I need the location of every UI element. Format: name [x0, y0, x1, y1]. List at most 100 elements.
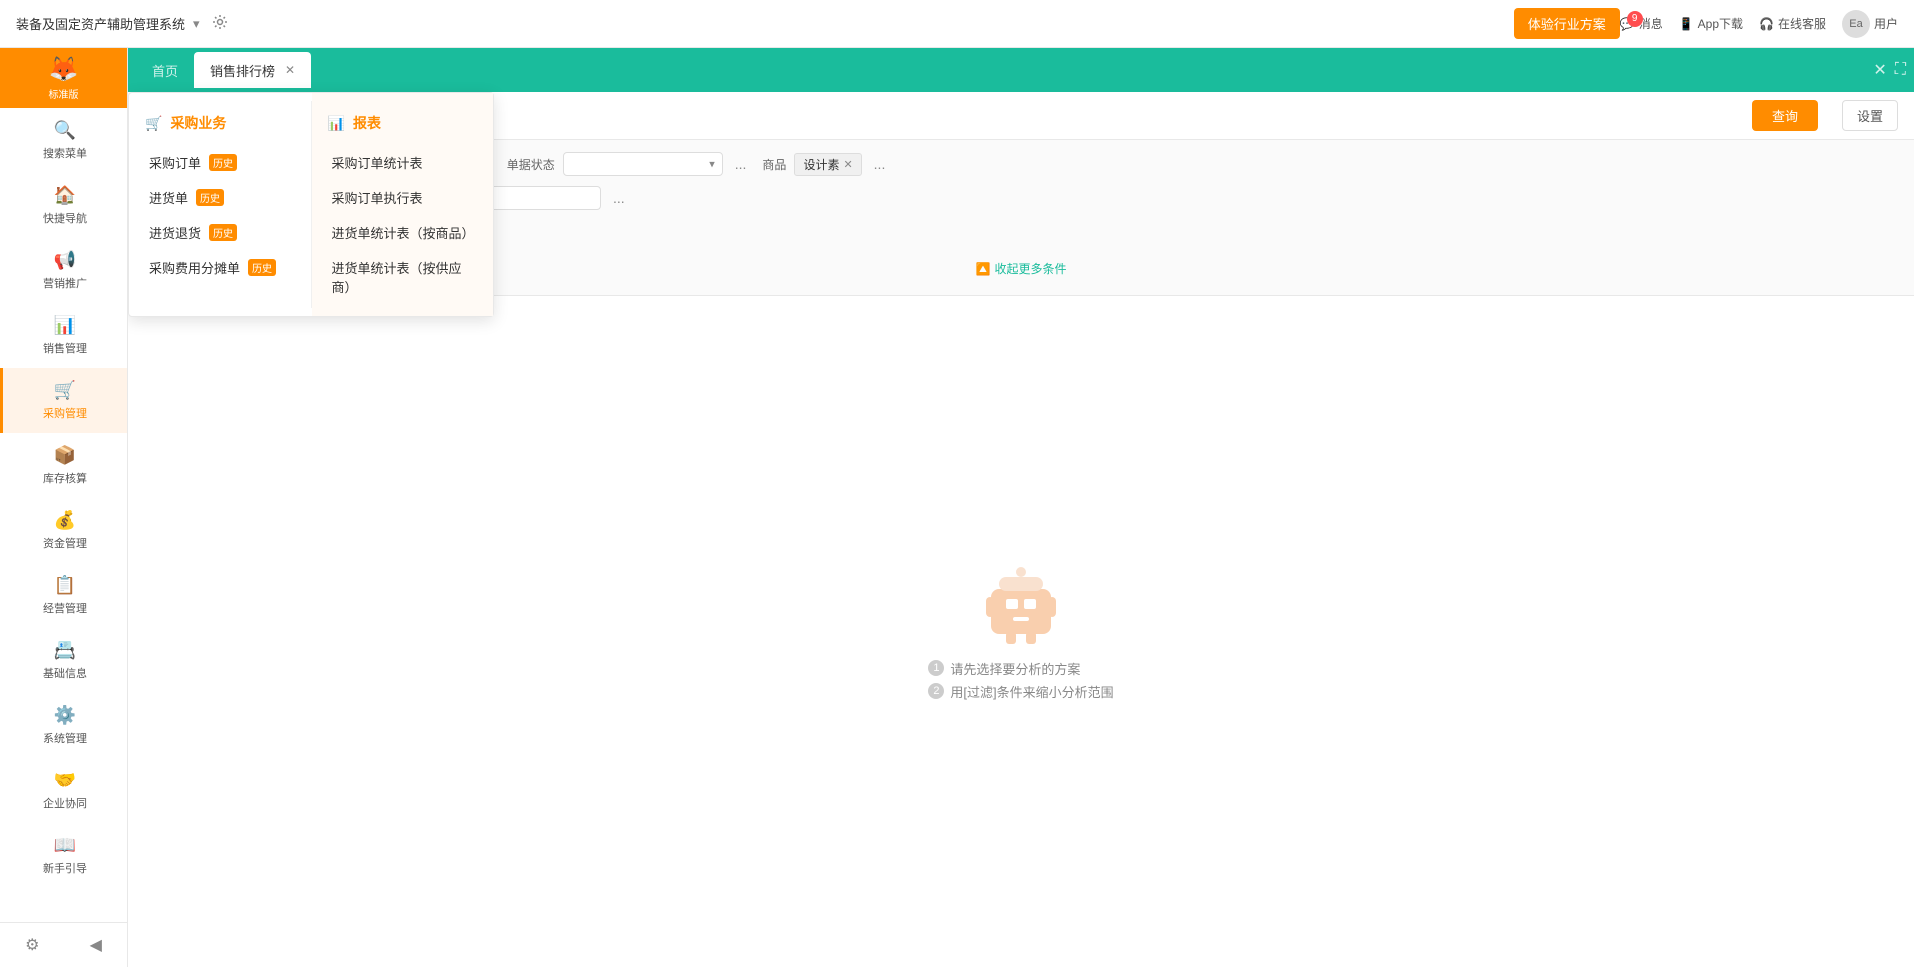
order-exec-label: 采购订单执行表 [332, 188, 423, 207]
empty-state: 1 请先选择要分析的方案 2 用[过滤]条件来缩小分析范围 [128, 296, 1914, 967]
sales-icon: 📊 [54, 315, 76, 336]
sidebar-item-purchase-mgmt[interactable]: 🛒 采购管理 [0, 368, 127, 433]
sidebar-item-system-mgmt[interactable]: ⚙️ 系统管理 [0, 693, 127, 758]
goods-dots[interactable]: ... [874, 156, 886, 172]
avatar: Ea [1842, 10, 1870, 38]
user-label: 用户 [1874, 15, 1898, 32]
status-dots[interactable]: ... [735, 156, 747, 172]
dropdown-right-col: 📊 报表 采购订单统计表 采购订单执行表 进货单统计表（按商品） [312, 93, 494, 316]
purchase-order-label: 采购订单 [149, 153, 201, 172]
sidebar-label-guide: 新手引导 [43, 860, 87, 876]
top-bar-left: 装备及固定资产辅助管理系统 ▾ [16, 14, 1514, 33]
query-btn[interactable]: 查询 [1752, 100, 1818, 131]
sidebar-label-operations: 经营管理 [43, 600, 87, 616]
empty-text: 1 请先选择要分析的方案 2 用[过滤]条件来缩小分析范围 [928, 655, 1113, 705]
dropdown-item-stock-return[interactable]: 进货退货 历史 [129, 215, 311, 250]
dropdown-item-stock-stats-supplier[interactable]: 进货单统计表（按供应商） [312, 250, 494, 304]
sidebar-label-sales-mgmt: 销售管理 [43, 340, 87, 356]
sidebar-item-basic-info[interactable]: 📇 基础信息 [0, 628, 127, 693]
goods-tag: 设计素 ✕ [794, 153, 861, 176]
search-menu-icon: 🔍 [54, 120, 76, 141]
dropdown-item-stock-in[interactable]: 进货单 历史 [129, 180, 311, 215]
filter-group-status: 单据状态 ... [507, 152, 747, 176]
sidebar-items: 🔍 搜索菜单 🏠 快捷导航 📢 营销推广 📊 销售管理 🛒 采购管 [0, 108, 127, 922]
guide-icon: 📖 [54, 835, 76, 856]
chevron-down-icon[interactable]: ▾ [193, 16, 200, 32]
top-bar-right: 💬 9 消息 📱 App下载 🎧 在线客服 Ea 用户 [1620, 10, 1898, 38]
empty-num-2: 2 [928, 683, 944, 699]
sidebar-item-sales-mgmt[interactable]: 📊 销售管理 [0, 303, 127, 368]
filter-group-goods: 商品 设计素 ✕ ... [762, 153, 885, 176]
app-download-label: App下载 [1698, 15, 1743, 32]
goods-label: 商品 [762, 156, 786, 173]
order-stats-label: 采购订单统计表 [332, 153, 423, 172]
goods-tag-close[interactable]: ✕ [843, 158, 852, 171]
dropdown-left-header: 🛒 采购业务 [129, 105, 311, 145]
sidebar-label-quick-nav: 快捷导航 [43, 210, 87, 226]
marketing-icon: 📢 [54, 250, 76, 271]
stock-in-label: 进货单 [149, 188, 188, 207]
top-bar-center: 体验行业方案 [1514, 8, 1620, 39]
tab-sales-rank[interactable]: 销售排行榜 ✕ [194, 52, 311, 88]
tab-home[interactable]: 首页 [136, 52, 194, 88]
setting-btn[interactable]: 设置 [1842, 100, 1898, 131]
dropdown-right-header: 📊 报表 [312, 105, 494, 145]
settings-icon[interactable] [212, 14, 228, 33]
sidebar-item-marketing[interactable]: 📢 营销推广 [0, 238, 127, 303]
sidebar-collapse-btn[interactable]: ◀ [90, 935, 102, 955]
sidebar-item-guide[interactable]: 📖 新手引导 [0, 823, 127, 888]
industry-btn[interactable]: 体验行业方案 [1514, 8, 1620, 39]
sidebar: 🦊 标准版 🔍 搜索菜单 🏠 快捷导航 📢 营销推广 📊 销 [0, 48, 128, 967]
tab-bar: 首页 销售排行榜 ✕ ✕ ⛶ 🛒 采购业务 [128, 48, 1914, 92]
salesperson-dots[interactable]: ... [613, 190, 625, 206]
purchase-expense-label: 采购费用分摊单 [149, 258, 240, 277]
sidebar-settings-btn[interactable]: ⚙ [25, 935, 39, 955]
tab-close-window-btn[interactable]: ✕ [1873, 60, 1886, 80]
operations-icon: 📋 [54, 575, 76, 596]
tab-expand-btn[interactable]: ⛶ [1895, 61, 1906, 79]
finance-icon: 💰 [54, 510, 76, 531]
tab-home-label: 首页 [152, 61, 178, 80]
user-btn[interactable]: Ea 用户 [1842, 10, 1898, 38]
sidebar-label-inventory: 库存核算 [43, 470, 87, 486]
sidebar-item-operations[interactable]: 📋 经营管理 [0, 563, 127, 628]
report-icon: 📊 [328, 115, 345, 132]
sidebar-item-inventory[interactable]: 📦 库存核算 [0, 433, 127, 498]
sidebar-item-enterprise[interactable]: 🤝 企业协同 [0, 758, 127, 823]
purchase-icon: 🛒 [54, 380, 76, 401]
sidebar-item-finance[interactable]: 💰 资金管理 [0, 498, 127, 563]
dropdown-item-purchase-order[interactable]: 采购订单 历史 [129, 145, 311, 180]
purchase-dropdown-menu: 🛒 采购业务 采购订单 历史 进货单 历史 进货退货 [128, 92, 494, 317]
message-badge: 9 [1627, 11, 1643, 27]
sidebar-item-quick-nav[interactable]: 🏠 快捷导航 [0, 173, 127, 238]
dropdown-item-stock-stats-goods[interactable]: 进货单统计表（按商品） [312, 215, 494, 250]
system-icon: ⚙️ [54, 705, 76, 726]
sidebar-label-basic-info: 基础信息 [43, 665, 87, 681]
tab-close-icon[interactable]: ✕ [285, 63, 295, 77]
message-btn[interactable]: 💬 9 消息 [1620, 15, 1663, 32]
status-label: 单据状态 [507, 156, 555, 173]
status-select[interactable] [563, 152, 723, 176]
quick-nav-icon: 🏠 [54, 185, 76, 206]
tab-sales-rank-label: 销售排行榜 [210, 61, 275, 80]
online-service-label: 在线客服 [1778, 15, 1826, 32]
goods-tag-text: 设计素 [803, 156, 839, 173]
empty-num-1: 1 [928, 660, 944, 676]
app-download-btn[interactable]: 📱 App下载 [1679, 15, 1743, 32]
system-title: 装备及固定资产辅助管理系统 [16, 14, 185, 33]
dropdown-item-order-stats[interactable]: 采购订单统计表 [312, 145, 494, 180]
empty-illustration [971, 559, 1071, 639]
dropdown-left-col: 🛒 采购业务 采购订单 历史 进货单 历史 进货退货 [129, 93, 311, 316]
dropdown-item-purchase-expense[interactable]: 采购费用分摊单 历史 [129, 250, 311, 285]
inventory-icon: 📦 [54, 445, 76, 466]
dropdown-item-order-exec[interactable]: 采购订单执行表 [312, 180, 494, 215]
tab-bar-right: ✕ ⛶ [1873, 60, 1906, 80]
history-badge-4: 历史 [248, 259, 276, 276]
sidebar-label-search-menu: 搜索菜单 [43, 145, 87, 161]
stock-stats-goods-label: 进货单统计表（按商品） [332, 223, 474, 242]
sidebar-label-marketing: 营销推广 [43, 275, 87, 291]
sidebar-item-search-menu[interactable]: 🔍 搜索菜单 [0, 108, 127, 173]
online-service-btn[interactable]: 🎧 在线客服 [1759, 15, 1826, 32]
app-container: 装备及固定资产辅助管理系统 ▾ 体验行业方案 💬 9 消息 📱 [0, 0, 1914, 967]
empty-tip-1: 请先选择要分析的方案 [950, 659, 1080, 678]
